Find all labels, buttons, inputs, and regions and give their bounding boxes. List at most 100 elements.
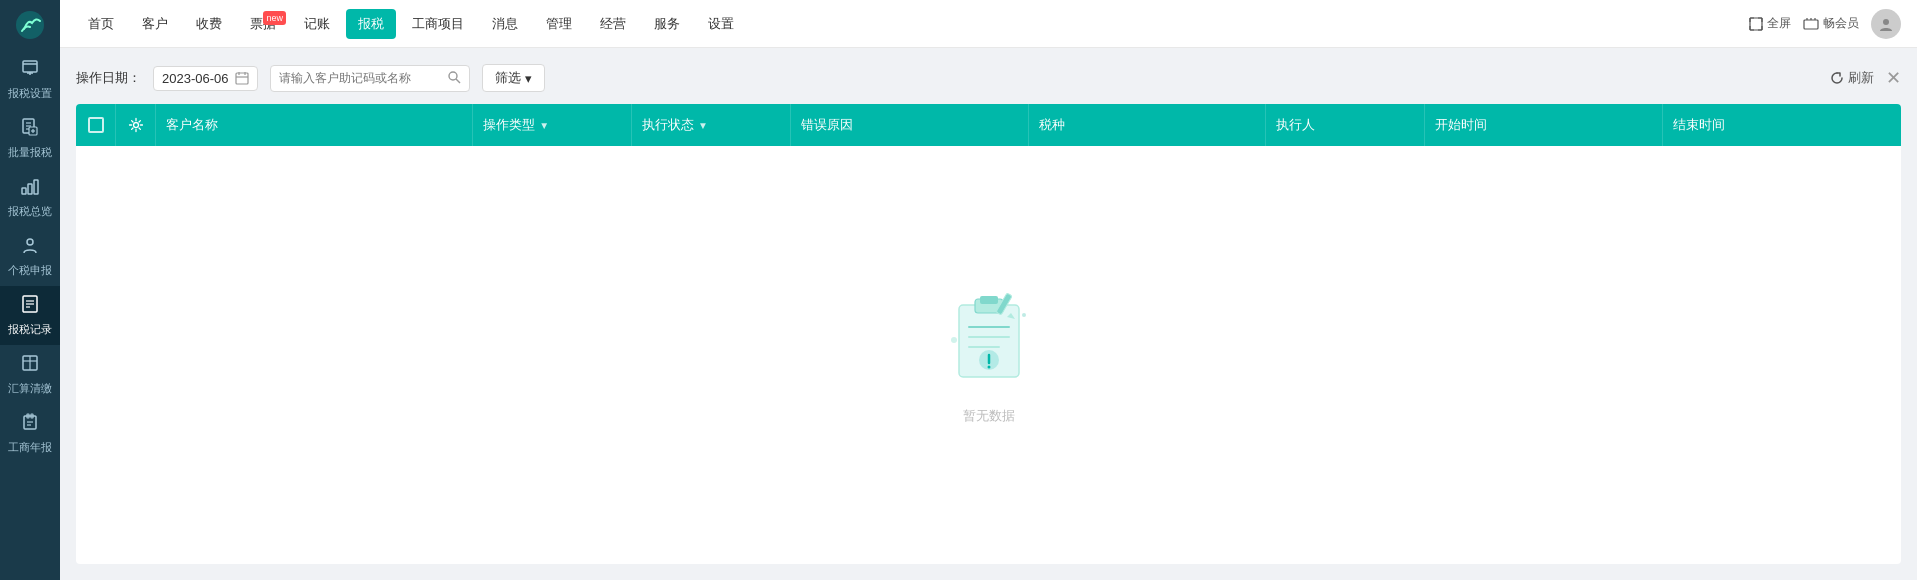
sidebar-logo bbox=[0, 0, 60, 50]
empty-illustration bbox=[939, 285, 1039, 395]
svg-rect-28 bbox=[1750, 18, 1762, 30]
svg-rect-29 bbox=[1804, 20, 1818, 29]
date-input[interactable]: 2023-06-06 bbox=[153, 66, 258, 91]
main-area: 首页 客户 收费 票据 new 记账 报税 工商项目 消息 管理 经营 服务 设… bbox=[60, 0, 1917, 580]
sidebar-item-tax-records[interactable]: 报税记录 bbox=[0, 286, 60, 345]
toolbar: 操作日期： 2023-06-06 bbox=[76, 64, 1901, 92]
nav-item-home[interactable]: 首页 bbox=[76, 9, 126, 39]
th-operation-type-label: 操作类型 bbox=[483, 116, 535, 134]
svg-point-0 bbox=[16, 11, 44, 39]
settings-col-icon bbox=[128, 117, 144, 133]
calc-payment-icon bbox=[20, 353, 40, 378]
search-input[interactable] bbox=[279, 71, 447, 85]
tax-settings-icon bbox=[20, 58, 40, 83]
th-customer-name-label: 客户名称 bbox=[166, 116, 218, 134]
th-tax-type-label: 税种 bbox=[1039, 116, 1065, 134]
nav-item-settings[interactable]: 设置 bbox=[696, 9, 746, 39]
svg-rect-12 bbox=[22, 188, 26, 194]
table-header: 客户名称 操作类型 ▼ 执行状态 ▼ 错误原因 税种 执行人 bbox=[76, 104, 1901, 146]
th-operation-type[interactable]: 操作类型 ▼ bbox=[473, 104, 632, 146]
fullscreen-icon bbox=[1749, 17, 1763, 31]
content: 操作日期： 2023-06-06 bbox=[60, 48, 1917, 580]
new-badge: new bbox=[263, 11, 286, 25]
sidebar-item-tax-overview[interactable]: 报税总览 bbox=[0, 168, 60, 227]
th-error-reason-label: 错误原因 bbox=[801, 116, 853, 134]
sidebar-item-personal-tax[interactable]: 个税申报 bbox=[0, 227, 60, 286]
svg-point-39 bbox=[449, 72, 457, 80]
th-start-time: 开始时间 bbox=[1425, 104, 1663, 146]
sidebar-item-label: 报税总览 bbox=[8, 204, 52, 219]
date-value: 2023-06-06 bbox=[162, 71, 229, 86]
th-start-time-label: 开始时间 bbox=[1435, 116, 1487, 134]
table-container: 客户名称 操作类型 ▼ 执行状态 ▼ 错误原因 税种 执行人 bbox=[76, 104, 1901, 564]
nav-item-invoice[interactable]: 票据 new bbox=[238, 9, 288, 39]
nav-item-commerce[interactable]: 工商项目 bbox=[400, 9, 476, 39]
nav-item-customer[interactable]: 客户 bbox=[130, 9, 180, 39]
tax-overview-icon bbox=[20, 176, 40, 201]
th-exec-status[interactable]: 执行状态 ▼ bbox=[632, 104, 791, 146]
svg-rect-13 bbox=[28, 184, 32, 194]
sidebar-item-label: 工商年报 bbox=[8, 440, 52, 455]
sidebar-item-tax-settings[interactable]: 报税设置 bbox=[0, 50, 60, 109]
sort-icon: ▼ bbox=[539, 120, 549, 131]
th-end-time: 结束时间 bbox=[1663, 104, 1901, 146]
refresh-button[interactable]: 刷新 bbox=[1830, 69, 1874, 87]
refresh-icon bbox=[1830, 71, 1844, 85]
filter-chevron-icon: ▾ bbox=[525, 71, 532, 86]
th-error-reason: 错误原因 bbox=[791, 104, 1029, 146]
sidebar-item-batch-tax[interactable]: 批量报税 bbox=[0, 109, 60, 168]
select-all-checkbox[interactable] bbox=[88, 117, 104, 133]
filter-label: 筛选 bbox=[495, 69, 521, 87]
sidebar: 报税设置 批量报税 报税总览 bbox=[0, 0, 60, 580]
topnav-items: 首页 客户 收费 票据 new 记账 报税 工商项目 消息 管理 经营 服务 设… bbox=[76, 9, 1749, 39]
sidebar-item-label: 个税申报 bbox=[8, 263, 52, 278]
close-button[interactable]: ✕ bbox=[1886, 67, 1901, 89]
th-settings[interactable] bbox=[116, 104, 156, 146]
svg-point-52 bbox=[951, 337, 957, 343]
annual-report-icon bbox=[20, 412, 40, 437]
th-checkbox[interactable] bbox=[76, 104, 116, 146]
nav-item-management[interactable]: 管理 bbox=[534, 9, 584, 39]
th-tax-type: 税种 bbox=[1029, 104, 1267, 146]
calendar-icon bbox=[235, 71, 249, 85]
sidebar-item-label: 报税记录 bbox=[8, 322, 52, 337]
user-avatar[interactable] bbox=[1871, 9, 1901, 39]
th-end-time-label: 结束时间 bbox=[1673, 116, 1725, 134]
fullscreen-button[interactable]: 全屏 bbox=[1749, 15, 1791, 32]
nav-item-accounts[interactable]: 记账 bbox=[292, 9, 342, 39]
toolbar-right: 刷新 ✕ bbox=[1830, 67, 1901, 89]
personal-tax-icon bbox=[20, 235, 40, 260]
svg-rect-35 bbox=[236, 73, 248, 84]
batch-tax-icon bbox=[20, 117, 40, 142]
search-box[interactable] bbox=[270, 65, 470, 92]
th-exec-status-label: 执行状态 bbox=[642, 116, 694, 134]
tax-records-icon bbox=[20, 294, 40, 319]
filter-button[interactable]: 筛选 ▾ bbox=[482, 64, 545, 92]
topnav: 首页 客户 收费 票据 new 记账 报税 工商项目 消息 管理 经营 服务 设… bbox=[60, 0, 1917, 48]
sidebar-item-annual-report[interactable]: 工商年报 bbox=[0, 404, 60, 463]
sidebar-item-label: 报税设置 bbox=[8, 86, 52, 101]
th-executor: 执行人 bbox=[1266, 104, 1425, 146]
sidebar-item-label: 汇算清缴 bbox=[8, 381, 52, 396]
nav-item-services[interactable]: 服务 bbox=[642, 9, 692, 39]
empty-state: 暂无数据 bbox=[76, 146, 1901, 564]
nav-item-operations[interactable]: 经营 bbox=[588, 9, 638, 39]
member-icon bbox=[1803, 16, 1819, 32]
svg-point-15 bbox=[27, 239, 33, 245]
svg-rect-1 bbox=[23, 61, 37, 72]
table-scroll: 暂无数据 bbox=[76, 146, 1901, 564]
search-icon[interactable] bbox=[447, 70, 461, 87]
member-button[interactable]: 畅会员 bbox=[1803, 15, 1859, 32]
svg-line-40 bbox=[456, 79, 460, 83]
svg-rect-14 bbox=[34, 180, 38, 194]
nav-item-tax[interactable]: 报税 bbox=[346, 9, 396, 39]
sort-icon: ▼ bbox=[698, 120, 708, 131]
svg-point-41 bbox=[133, 123, 138, 128]
sidebar-item-calc-payment[interactable]: 汇算清缴 bbox=[0, 345, 60, 404]
topnav-right: 全屏 畅会员 bbox=[1749, 9, 1901, 39]
nav-item-messages[interactable]: 消息 bbox=[480, 9, 530, 39]
date-label: 操作日期： bbox=[76, 69, 141, 87]
nav-item-billing[interactable]: 收费 bbox=[184, 9, 234, 39]
svg-point-50 bbox=[987, 366, 990, 369]
th-customer-name: 客户名称 bbox=[156, 104, 473, 146]
